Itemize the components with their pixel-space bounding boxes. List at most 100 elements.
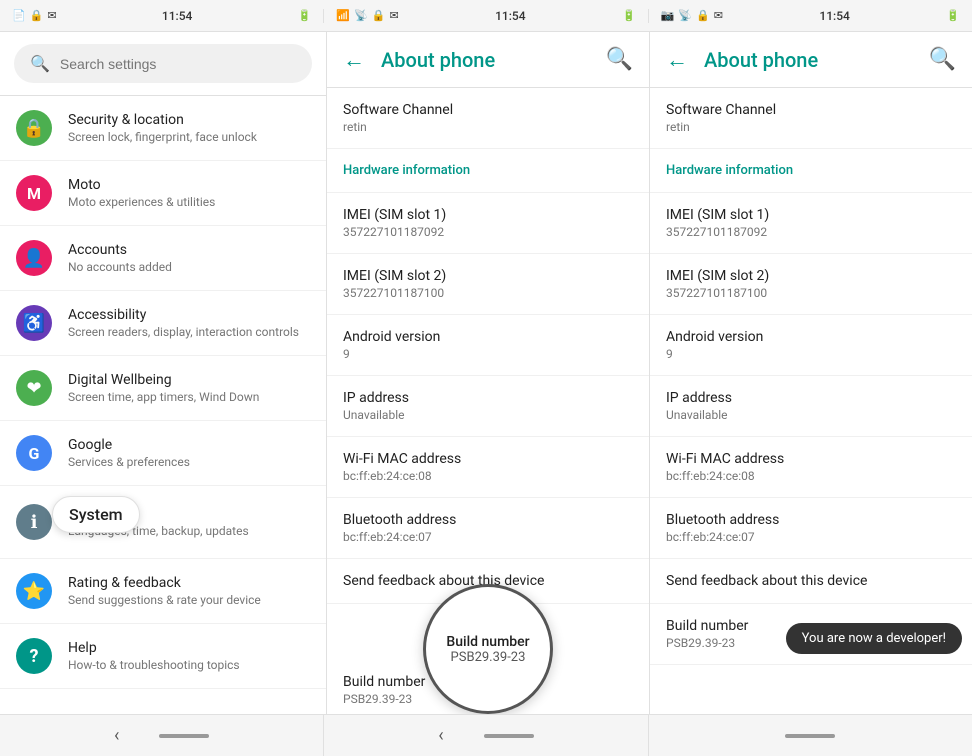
message-icon: ✉ <box>47 9 56 22</box>
google-subtitle: Services & preferences <box>68 455 310 469</box>
status-icons-right: 📷 📡 🔒 ✉ <box>661 9 723 22</box>
search-bar-container: 🔍 <box>0 32 326 96</box>
settings-list: 🔒 Security & location Screen lock, finge… <box>0 96 326 714</box>
about-item-bluetooth-r[interactable]: Bluetooth address bc:ff:eb:24:ce:07 <box>650 498 972 559</box>
about-item-wifi-r[interactable]: Wi-Fi MAC address bc:ff:eb:24:ce:08 <box>650 437 972 498</box>
lock-icon-m: 🔒 <box>372 9 386 22</box>
about-item-bluetooth[interactable]: Bluetooth address bc:ff:eb:24:ce:07 <box>327 498 649 559</box>
sidebar-item-accounts[interactable]: 👤 Accounts No accounts added <box>0 226 326 291</box>
google-title: Google <box>68 437 310 453</box>
google-icon: G <box>16 435 52 471</box>
nav-pill-right <box>785 734 835 738</box>
about-item-build[interactable]: Build number PSB29.39-23 Build number PS… <box>327 604 649 714</box>
back-button-right[interactable]: ← <box>666 47 688 73</box>
search-button-right[interactable]: 🔍 <box>929 47 956 72</box>
settings-panel: 🔍 🔒 Security & location Screen lock, fin… <box>0 32 327 714</box>
google-text: Google Services & preferences <box>68 437 310 469</box>
search-input-wrapper[interactable]: 🔍 <box>14 44 312 83</box>
about-item-software-channel[interactable]: Software Channel retin <box>327 88 649 149</box>
about-item-imei2-r[interactable]: IMEI (SIM slot 2) 357227101187100 <box>650 254 972 315</box>
about-item-hardware-info: Hardware information <box>327 149 649 193</box>
about-title-middle: About phone <box>381 48 590 72</box>
status-icons-middle: 📶 📡 🔒 ✉ <box>336 9 398 22</box>
toast-notification: You are now a developer! <box>786 623 962 654</box>
status-time-left: 11:54 <box>162 9 192 23</box>
sidebar-item-moto[interactable]: M Moto Moto experiences & utilities <box>0 161 326 226</box>
nav-pill-middle <box>484 734 534 738</box>
accessibility-title: Accessibility <box>68 307 310 323</box>
system-icon: ℹ <box>16 504 52 540</box>
about-header-right: ← About phone 🔍 <box>650 32 972 88</box>
back-button-middle[interactable]: ← <box>343 47 365 73</box>
about-item-imei1-r[interactable]: IMEI (SIM slot 1) 357227101187092 <box>650 193 972 254</box>
build-number-circle-overlay: Build number PSB29.39-23 <box>423 584 553 714</box>
about-list-middle: Software Channel retin Hardware informat… <box>327 88 649 714</box>
digital-wellbeing-title: Digital Wellbeing <box>68 372 310 388</box>
rating-title: Rating & feedback <box>68 575 310 591</box>
nav-back-left[interactable]: ‹ <box>114 725 119 746</box>
accounts-subtitle: No accounts added <box>68 260 310 274</box>
system-bubble: System <box>52 496 140 533</box>
security-title: Security & location <box>68 112 310 128</box>
about-item-wifi[interactable]: Wi-Fi MAC address bc:ff:eb:24:ce:08 <box>327 437 649 498</box>
status-bar-middle: 📶 📡 🔒 ✉ 11:54 🔋 <box>324 9 648 23</box>
message-icon-r: ✉ <box>714 9 723 22</box>
accessibility-icon: ♿ <box>16 305 52 341</box>
digital-wellbeing-text: Digital Wellbeing Screen time, app timer… <box>68 372 310 404</box>
about-item-feedback-r[interactable]: Send feedback about this device <box>650 559 972 604</box>
about-item-imei2[interactable]: IMEI (SIM slot 2) 357227101187100 <box>327 254 649 315</box>
nav-section-right <box>649 715 972 756</box>
sidebar-item-google[interactable]: G Google Services & preferences <box>0 421 326 486</box>
rating-text: Rating & feedback Send suggestions & rat… <box>68 575 310 607</box>
message-icon-m: ✉ <box>389 9 398 22</box>
about-item-software-channel-r[interactable]: Software Channel retin <box>650 88 972 149</box>
sidebar-item-rating[interactable]: ⭐ Rating & feedback Send suggestions & r… <box>0 559 326 624</box>
battery-icon-left: 🔋 <box>298 9 312 22</box>
about-header-middle: ← About phone 🔍 <box>327 32 649 88</box>
sidebar-item-digital-wellbeing[interactable]: ❤ Digital Wellbeing Screen time, app tim… <box>0 356 326 421</box>
about-title-right: About phone <box>704 48 913 72</box>
search-button-middle[interactable]: 🔍 <box>606 47 633 72</box>
lock-icon: 🔒 <box>30 9 44 22</box>
moto-icon: M <box>16 175 52 211</box>
security-icon: 🔒 <box>16 110 52 146</box>
status-bar: 📄 🔒 ✉ 11:54 🔋 📶 📡 🔒 ✉ 11:54 🔋 📷 📡 🔒 ✉ 11… <box>0 0 972 32</box>
sidebar-item-security[interactable]: 🔒 Security & location Screen lock, finge… <box>0 96 326 161</box>
sidebar-item-accessibility[interactable]: ♿ Accessibility Screen readers, display,… <box>0 291 326 356</box>
nav-back-middle[interactable]: ‹ <box>438 725 443 746</box>
battery-icon-right: 🔋 <box>946 9 960 22</box>
main-content: 🔍 🔒 Security & location Screen lock, fin… <box>0 32 972 714</box>
about-item-imei1[interactable]: IMEI (SIM slot 1) 357227101187092 <box>327 193 649 254</box>
search-input[interactable] <box>60 56 296 72</box>
about-list-right: Software Channel retin Hardware informat… <box>650 88 972 714</box>
help-title: Help <box>68 640 310 656</box>
status-time-middle: 11:54 <box>495 9 525 23</box>
status-bar-left: 📄 🔒 ✉ 11:54 🔋 <box>0 9 324 23</box>
sidebar-item-help[interactable]: ? Help How-to & troubleshooting topics <box>0 624 326 689</box>
about-item-ip[interactable]: IP address Unavailable <box>327 376 649 437</box>
status-time-right: 11:54 <box>819 9 849 23</box>
accessibility-subtitle: Screen readers, display, interaction con… <box>68 325 310 339</box>
rating-icon: ⭐ <box>16 573 52 609</box>
status-icons-left: 📄 🔒 ✉ <box>12 9 57 22</box>
nav-section-middle: ‹ <box>324 715 648 756</box>
about-item-ip-r[interactable]: IP address Unavailable <box>650 376 972 437</box>
nav-pill-left <box>159 734 209 738</box>
digital-wellbeing-icon: ❤ <box>16 370 52 406</box>
about-item-android-version[interactable]: Android version 9 <box>327 315 649 376</box>
help-icon: ? <box>16 638 52 674</box>
about-item-android-version-r[interactable]: Android version 9 <box>650 315 972 376</box>
file-icon: 📄 <box>12 9 26 22</box>
help-subtitle: How-to & troubleshooting topics <box>68 658 310 672</box>
security-text: Security & location Screen lock, fingerp… <box>68 112 310 144</box>
sidebar-item-system[interactable]: System ℹ System Languages, time, backup,… <box>0 486 326 559</box>
rating-subtitle: Send suggestions & rate your device <box>68 593 310 607</box>
lock-icon-r: 🔒 <box>696 9 710 22</box>
about-panel-right: ← About phone 🔍 Software Channel retin H… <box>650 32 972 714</box>
digital-wellbeing-subtitle: Screen time, app timers, Wind Down <box>68 390 310 404</box>
search-icon: 🔍 <box>30 54 50 73</box>
about-panel-middle: ← About phone 🔍 Software Channel retin H… <box>327 32 650 714</box>
data-icon: 📡 <box>354 9 368 22</box>
accounts-text: Accounts No accounts added <box>68 242 310 274</box>
accounts-icon: 👤 <box>16 240 52 276</box>
